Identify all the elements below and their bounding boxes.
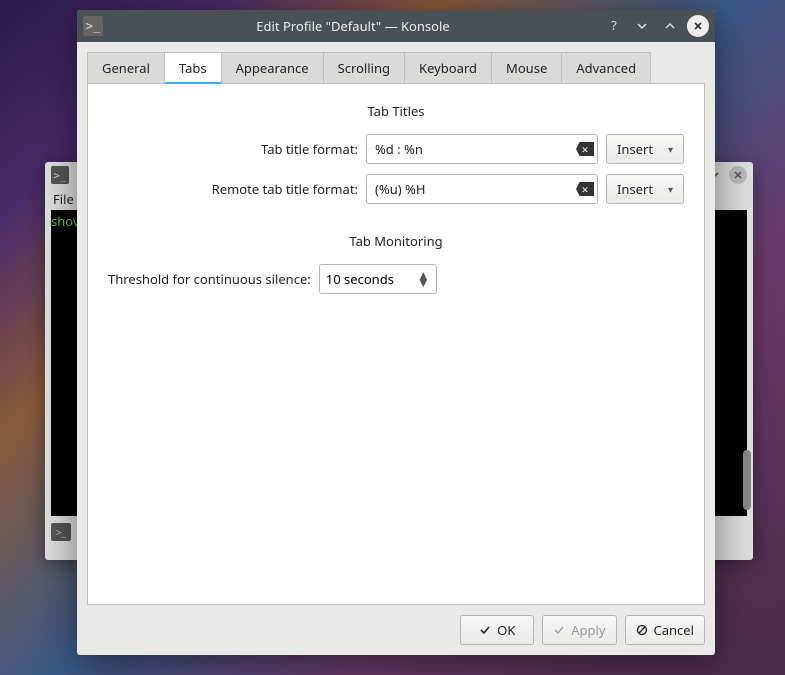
bg-tab-terminal-icon[interactable]: >_ [51, 523, 71, 541]
tab-keyboard[interactable]: Keyboard [404, 52, 492, 83]
label-silence-threshold: Threshold for continuous silence: [108, 270, 311, 288]
label-remote-tab-title-format: Remote tab title format: [108, 180, 358, 198]
tab-advanced[interactable]: Advanced [561, 52, 651, 83]
silence-threshold-value: 10 seconds [326, 270, 394, 288]
dialog-footer: OK Apply Cancel [77, 605, 715, 655]
check-icon [479, 624, 491, 636]
tab-panel-tabs: Tab Titles Tab title format: ✕ Insert ▾ … [87, 84, 705, 605]
chevron-down-icon: ▾ [668, 142, 673, 156]
tab-general[interactable]: General [87, 52, 165, 83]
section-title-tab-monitoring: Tab Monitoring [108, 232, 684, 250]
clear-icon[interactable]: ✕ [576, 142, 594, 156]
bg-close-button[interactable] [729, 166, 747, 184]
label-tab-title-format: Tab title format: [108, 140, 358, 158]
edit-profile-dialog: >_ Edit Profile "Default" — Konsole ? Ge… [77, 10, 715, 655]
ok-button[interactable]: OK [460, 615, 534, 645]
clear-icon[interactable]: ✕ [576, 182, 594, 196]
tabbar: General Tabs Appearance Scrolling Keyboa… [87, 52, 705, 84]
dialog-titlebar: >_ Edit Profile "Default" — Konsole ? [77, 10, 715, 42]
spin-arrows-icon[interactable]: ▲▼ [417, 272, 430, 286]
help-button[interactable]: ? [603, 15, 625, 37]
bg-terminal-text: shov [51, 212, 79, 230]
insert-button-tab-title[interactable]: Insert ▾ [606, 134, 684, 164]
apply-button: Apply [542, 615, 616, 645]
tab-tabs[interactable]: Tabs [164, 52, 222, 83]
section-title-tab-titles: Tab Titles [108, 102, 684, 120]
insert-button-remote-tab-title[interactable]: Insert ▾ [606, 174, 684, 204]
apply-label: Apply [571, 621, 605, 639]
chevron-down-icon: ▾ [668, 182, 673, 196]
terminal-icon: >_ [83, 16, 103, 36]
insert-label: Insert [617, 180, 653, 198]
tab-scrolling[interactable]: Scrolling [323, 52, 405, 83]
tab-mouse[interactable]: Mouse [491, 52, 562, 83]
terminal-icon: >_ [51, 166, 69, 184]
close-button[interactable] [687, 15, 709, 37]
tab-appearance[interactable]: Appearance [221, 52, 324, 83]
minimize-button[interactable] [631, 15, 653, 37]
input-remote-tab-title-format[interactable] [366, 174, 598, 204]
ok-label: OK [497, 621, 515, 639]
maximize-button[interactable] [659, 15, 681, 37]
check-icon [553, 624, 565, 636]
silence-threshold-spinbox[interactable]: 10 seconds ▲▼ [319, 264, 437, 294]
input-tab-title-format[interactable] [366, 134, 598, 164]
dialog-title: Edit Profile "Default" — Konsole [109, 17, 597, 35]
svg-text:?: ? [611, 20, 617, 32]
cancel-label: Cancel [654, 621, 694, 639]
bg-scrollbar[interactable] [743, 450, 751, 510]
cancel-icon [636, 624, 648, 636]
insert-label: Insert [617, 140, 653, 158]
cancel-button[interactable]: Cancel [625, 615, 705, 645]
